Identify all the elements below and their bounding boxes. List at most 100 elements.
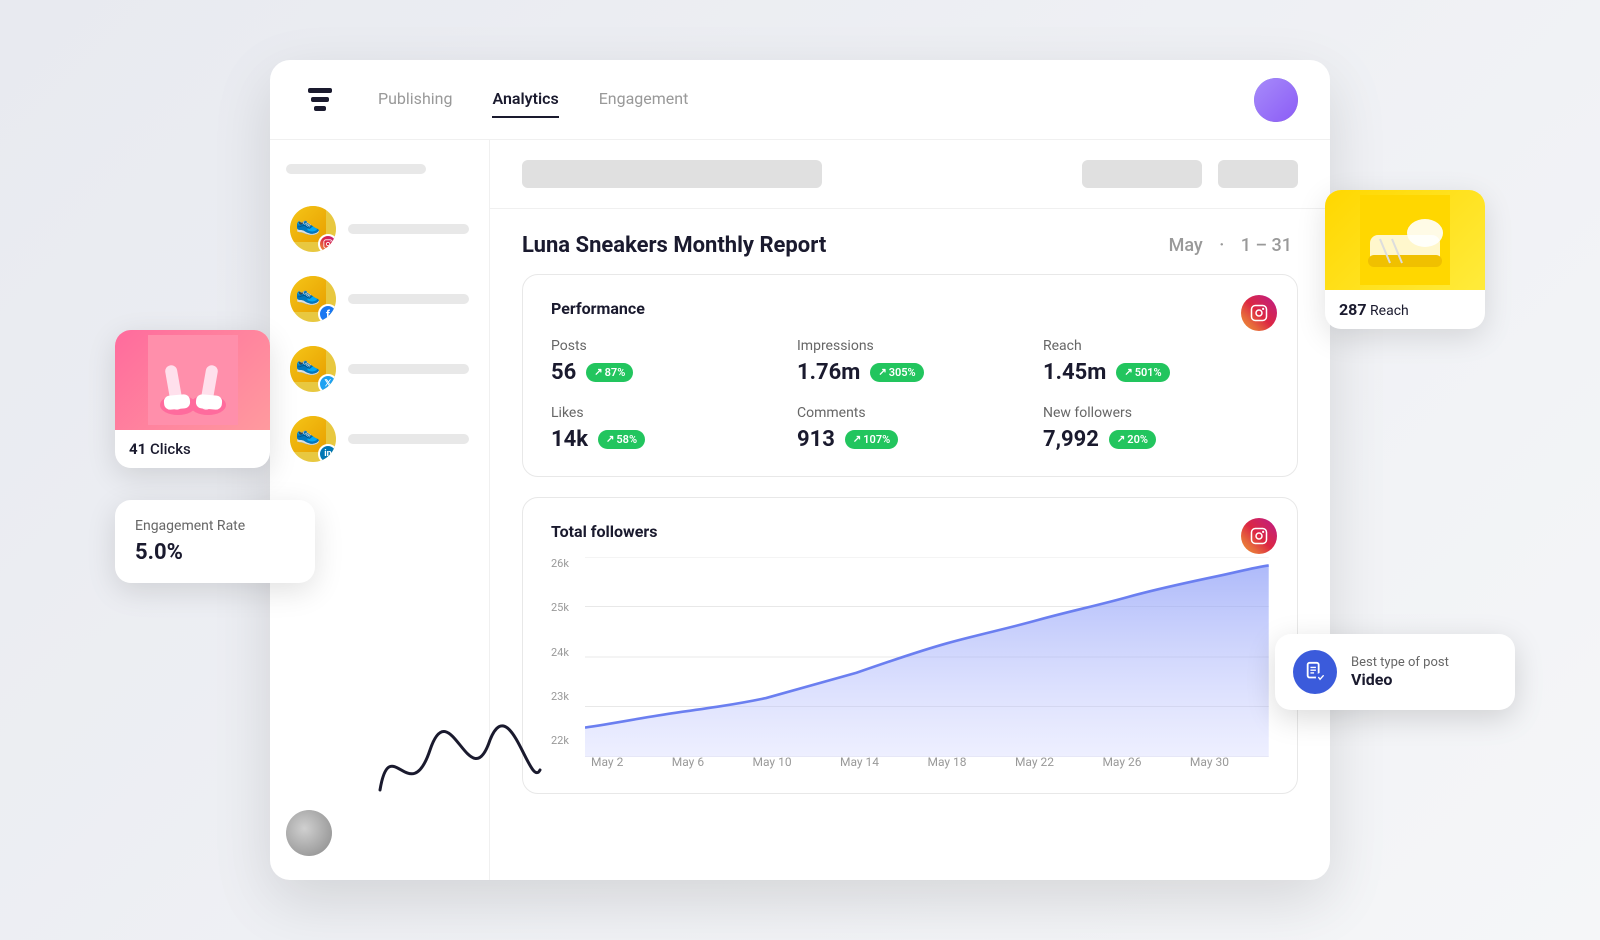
comments-value: 913	[797, 427, 835, 452]
followers-chart	[585, 557, 1269, 757]
perf-new-followers: New followers 7,992 20%	[1043, 405, 1269, 452]
skeleton-bar-2	[1082, 160, 1202, 188]
likes-value: 14k	[551, 427, 588, 452]
x-label-may26: May 26	[1102, 755, 1141, 769]
perf-posts: Posts 56 87%	[551, 338, 777, 385]
sidebar-avatar-instagram: 👟	[290, 206, 336, 252]
comments-label: Comments	[797, 405, 1023, 421]
clicks-image	[115, 330, 270, 430]
skeleton-bar-3	[1218, 160, 1298, 188]
reach-badge: 501%	[1116, 363, 1169, 382]
sidebar-line-facebook	[348, 294, 469, 304]
instagram-icon-badge	[1241, 295, 1277, 331]
clicks-count: 41	[129, 440, 146, 458]
sidebar-line-instagram	[348, 224, 469, 234]
instagram-badge	[318, 234, 336, 252]
sidebar-item-linkedin[interactable]: 👟 in	[286, 408, 473, 470]
nav-engagement[interactable]: Engagement	[599, 81, 689, 118]
posts-value-row: 56 87%	[551, 360, 777, 385]
page-wrapper: Publishing Analytics Engagement 👟	[0, 0, 1600, 940]
sidebar-item-twitter[interactable]: 👟 𝕏	[286, 338, 473, 400]
floating-best-post-card: Best type of post Video	[1275, 634, 1515, 710]
report-separator: ·	[1219, 235, 1229, 256]
best-post-text: Best type of post Video	[1351, 655, 1449, 689]
new-followers-value-row: 7,992 20%	[1043, 427, 1269, 452]
sidebar-avatar-facebook: 👟 f	[290, 276, 336, 322]
perf-reach: Reach 1.45m 501%	[1043, 338, 1269, 385]
floating-reach-card: 287 Reach	[1325, 190, 1485, 329]
top-nav: Publishing Analytics Engagement	[270, 60, 1330, 140]
sidebar-bottom-image	[286, 810, 332, 856]
y-label-26k: 26k	[551, 557, 585, 570]
clicks-footer: 41 Clicks	[115, 430, 270, 468]
sidebar-avatar-twitter: 👟 𝕏	[290, 346, 336, 392]
comments-value-row: 913 107%	[797, 427, 1023, 452]
report-month: May	[1169, 235, 1203, 256]
y-label-24k: 24k	[551, 646, 585, 659]
sidebar-avatar-linkedin: 👟 in	[290, 416, 336, 462]
new-followers-label: New followers	[1043, 405, 1269, 421]
x-label-may2: May 2	[591, 755, 623, 769]
performance-grid: Posts 56 87% Impressions 1.76m 305%	[551, 338, 1269, 452]
posts-value: 56	[551, 360, 576, 385]
reach-value: 1.45m	[1043, 360, 1106, 385]
twitter-badge: 𝕏	[318, 374, 336, 392]
sidebar-line-linkedin	[348, 434, 469, 444]
linkedin-badge: in	[318, 444, 336, 462]
logo-bar-1	[308, 88, 332, 93]
x-label-may30: May 30	[1190, 755, 1229, 769]
document-icon	[1304, 661, 1326, 683]
x-label-may10: May 10	[753, 755, 792, 769]
reach-count: 287	[1339, 300, 1367, 319]
logo-icon	[302, 82, 338, 118]
skeleton-bar-area	[490, 140, 1330, 209]
clicks-label: Clicks	[150, 440, 191, 458]
chart-area: 26k 25k 24k 23k 22k	[551, 557, 1269, 777]
skeleton-bar-1	[522, 160, 822, 188]
floating-clicks-card: 41 Clicks	[115, 330, 270, 468]
report-header: Luna Sneakers Monthly Report May · 1 – 3…	[490, 209, 1330, 274]
reach-image	[1325, 190, 1485, 290]
impressions-label: Impressions	[797, 338, 1023, 354]
chart-card: Total followers 26k	[522, 497, 1298, 794]
report-title: Luna Sneakers Monthly Report	[522, 233, 826, 258]
chart-title: Total followers	[551, 522, 1269, 541]
sidebar-search-bar	[286, 164, 426, 174]
posts-label: Posts	[551, 338, 777, 354]
perf-likes: Likes 14k 58%	[551, 405, 777, 452]
y-label-23k: 23k	[551, 690, 585, 703]
avatar[interactable]	[1254, 78, 1298, 122]
x-label-may14: May 14	[840, 755, 879, 769]
impressions-badge: 305%	[870, 363, 923, 382]
nav-publishing[interactable]: Publishing	[378, 81, 452, 118]
best-post-label: Best type of post	[1351, 655, 1449, 670]
perf-comments: Comments 913 107%	[797, 405, 1023, 452]
logo-bar-2	[311, 97, 329, 102]
x-label-may6: May 6	[672, 755, 704, 769]
floating-engagement-card: Engagement Rate 5.0%	[115, 500, 315, 583]
posts-badge: 87%	[586, 363, 633, 382]
clicks-illustration	[148, 335, 238, 425]
nav-analytics[interactable]: Analytics	[492, 81, 558, 118]
logo-bar-3	[314, 106, 326, 111]
impressions-value-row: 1.76m 305%	[797, 360, 1023, 385]
performance-card: Performance Posts 56	[522, 274, 1298, 477]
new-followers-value: 7,992	[1043, 427, 1099, 452]
sidebar-item-instagram[interactable]: 👟	[286, 198, 473, 260]
main-card: Publishing Analytics Engagement 👟	[270, 60, 1330, 880]
sidebar-item-facebook[interactable]: 👟 f	[286, 268, 473, 330]
chart-area-fill	[585, 565, 1269, 757]
engagement-value: 5.0%	[135, 540, 295, 565]
chart-instagram-badge	[1241, 518, 1277, 554]
scribble-decoration	[360, 710, 560, 830]
performance-title: Performance	[551, 299, 1269, 318]
x-label-may22: May 22	[1015, 755, 1054, 769]
reach-footer: 287 Reach	[1325, 290, 1485, 329]
likes-label: Likes	[551, 405, 777, 421]
right-content: Luna Sneakers Monthly Report May · 1 – 3…	[490, 140, 1330, 880]
x-label-may18: May 18	[927, 755, 966, 769]
sidebar-line-twitter	[348, 364, 469, 374]
best-post-value: Video	[1351, 670, 1449, 689]
nav-items: Publishing Analytics Engagement	[378, 81, 688, 118]
engagement-label: Engagement Rate	[135, 518, 295, 534]
